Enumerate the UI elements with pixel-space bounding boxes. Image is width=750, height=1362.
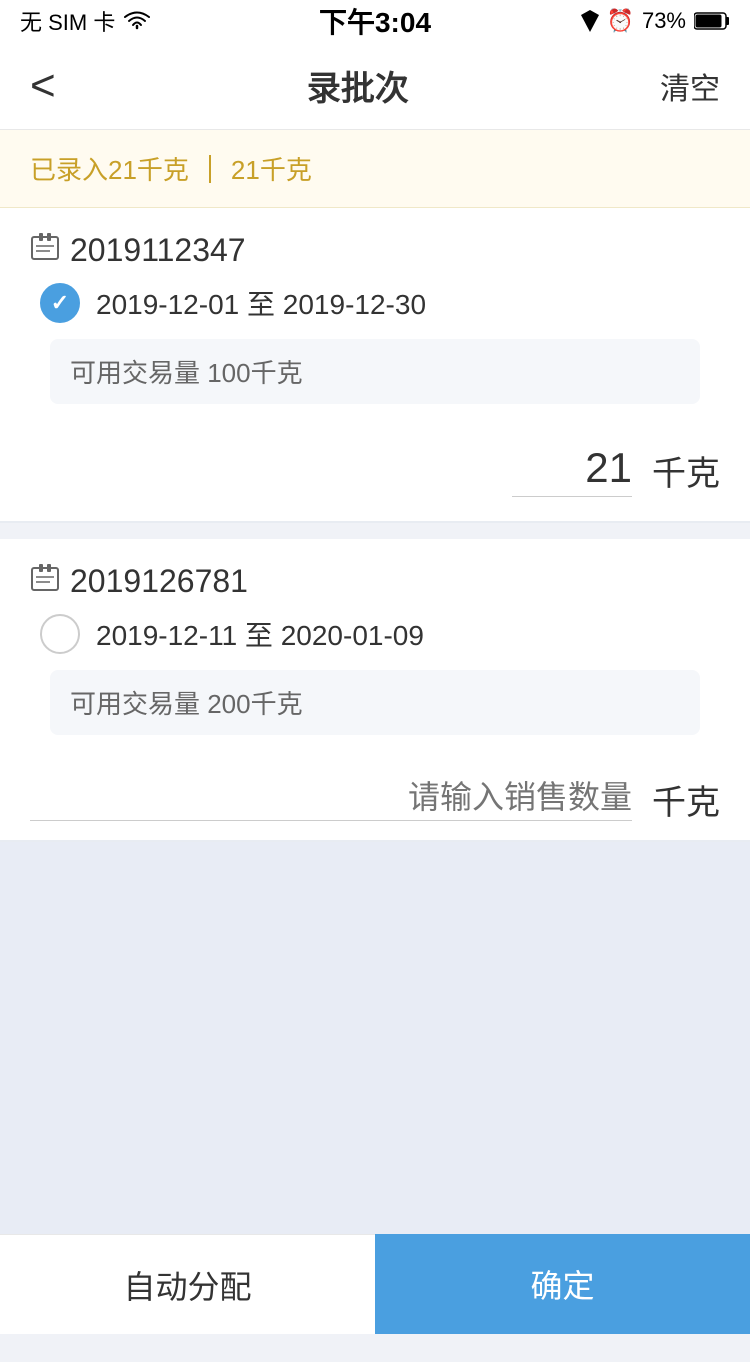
batch-radio-2[interactable] <box>40 614 80 654</box>
clear-button[interactable]: 清空 <box>660 64 720 108</box>
info-divider <box>209 155 211 183</box>
batch-date-row-1[interactable]: 2019-12-01 至 2019-12-30 <box>30 283 720 323</box>
info-bar: 已录入21千克 21千克 <box>0 130 750 208</box>
status-left: 无 SIM 卡 <box>20 5 151 37</box>
batch-available-2: 可用交易量 200千克 <box>50 670 700 735</box>
empty-area <box>0 842 750 1262</box>
bottom-bar: 自动分配 确定 <box>0 1234 750 1334</box>
batch-date-1: 2019-12-01 至 2019-12-30 <box>96 283 426 323</box>
amount-unit-1: 千克 <box>652 446 720 495</box>
status-time: 下午3:04 <box>319 1 431 41</box>
confirm-button[interactable]: 确定 <box>375 1234 750 1334</box>
batch-item-1: 2019112347 2019-12-01 至 2019-12-30 可用交易量… <box>0 208 750 424</box>
batch-available-1: 可用交易量 100千克 <box>50 339 700 404</box>
input-row-2: 千克 <box>0 755 750 842</box>
batch-icon-1 <box>30 233 60 269</box>
location-icon <box>581 10 599 32</box>
status-bar: 无 SIM 卡 下午3:04 ⏰ 73% <box>0 0 750 42</box>
battery-percent: 73% <box>642 8 686 34</box>
batch-date-row-2[interactable]: 2019-12-11 至 2020-01-09 <box>30 614 720 654</box>
batch-icon-2 <box>30 564 60 600</box>
nav-bar: < 录批次 清空 <box>0 42 750 130</box>
batch-id-1: 2019112347 <box>70 232 246 269</box>
batch-date-2: 2019-12-11 至 2020-01-09 <box>96 614 424 654</box>
status-right: ⏰ 73% <box>581 8 730 34</box>
amount-value-1: 21 <box>585 444 632 492</box>
no-sim-text: 无 SIM 卡 <box>20 5 115 37</box>
batch-header-1: 2019112347 <box>30 232 720 269</box>
section-separator <box>0 523 750 539</box>
back-button[interactable]: < <box>30 61 56 111</box>
page-title: 录批次 <box>307 61 409 110</box>
recorded-info: 已录入21千克 <box>30 150 189 187</box>
batch-item-2: 2019126781 2019-12-11 至 2020-01-09 可用交易量… <box>0 539 750 755</box>
wifi-icon <box>123 10 151 32</box>
auto-distribute-button[interactable]: 自动分配 <box>0 1234 375 1334</box>
amount-row-1: 21 千克 <box>0 424 750 523</box>
batch-radio-1[interactable] <box>40 283 80 323</box>
batch-id-2: 2019126781 <box>70 563 248 600</box>
input-unit-label: 千克 <box>652 775 720 824</box>
total-info: 21千克 <box>231 150 312 187</box>
alarm-icon: ⏰ <box>607 8 634 34</box>
batch-header-2: 2019126781 <box>30 563 720 600</box>
sales-quantity-input[interactable] <box>332 779 632 816</box>
battery-icon <box>694 11 730 31</box>
